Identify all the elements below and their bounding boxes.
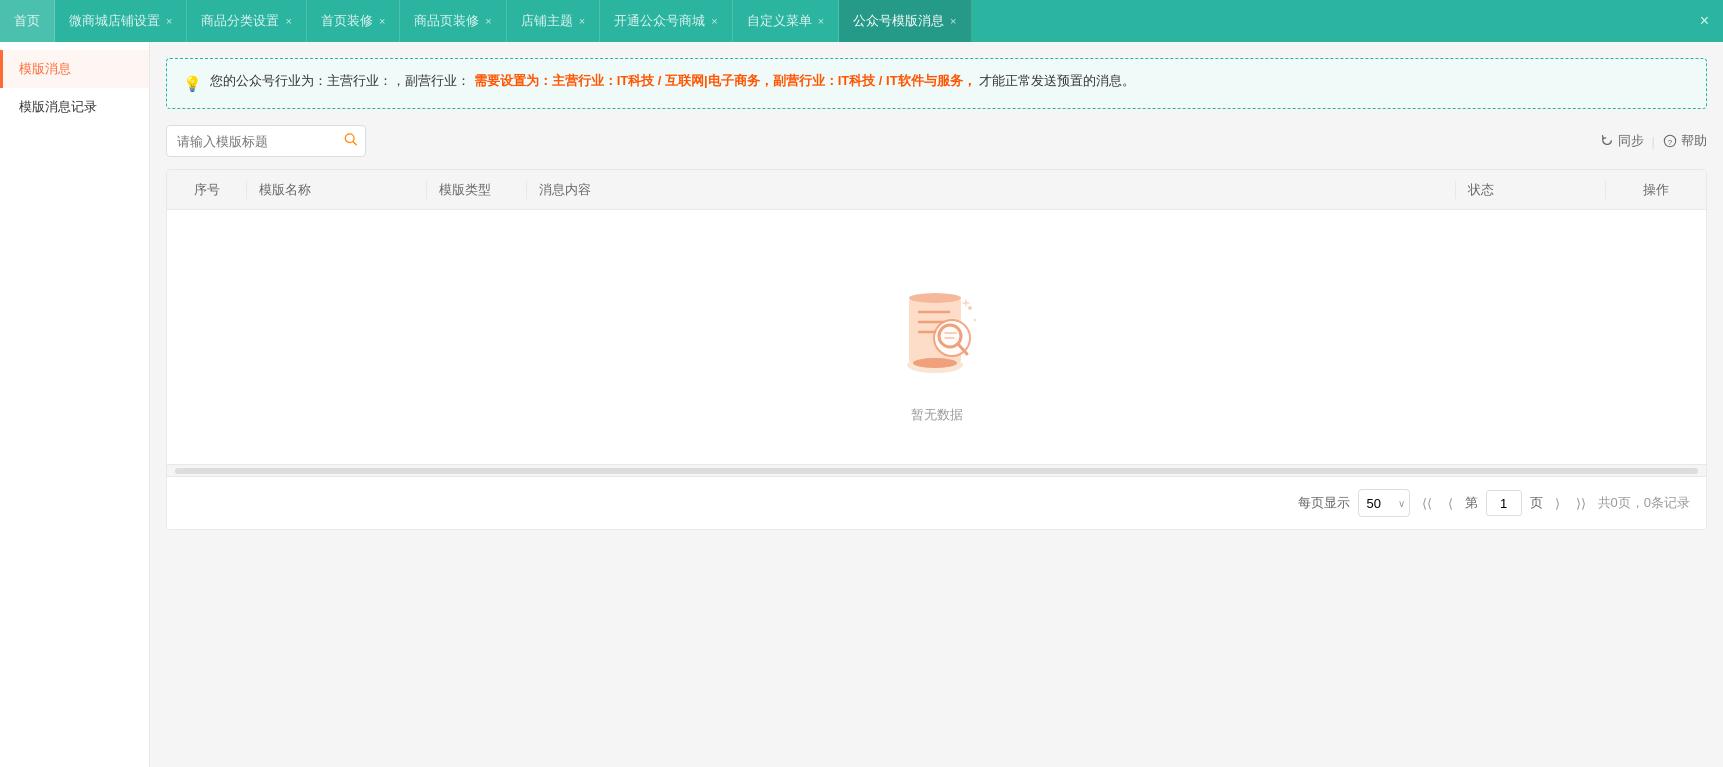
scroll-bar[interactable]: [167, 464, 1706, 476]
main-layout: 模版消息 模版消息记录 💡 您的公众号行业为：主营行业：，副营行业： 需要设置为…: [0, 42, 1723, 767]
nav-tab-custom-menu[interactable]: 自定义菜单 ×: [733, 0, 839, 42]
col-header-seq: 序号: [167, 181, 247, 199]
svg-line-1: [353, 142, 356, 145]
svg-point-17: [968, 306, 972, 310]
help-label: 帮助: [1681, 132, 1707, 150]
nav-tab-open-mall-label: 开通公众号商城: [614, 12, 705, 30]
page-number-input[interactable]: [1486, 490, 1522, 516]
sidebar: 模版消息 模版消息记录: [0, 42, 150, 767]
sidebar-item-template-record[interactable]: 模版消息记录: [0, 88, 149, 126]
nav-tab-store-theme-close[interactable]: ×: [579, 15, 585, 27]
nav-tab-store-settings-label: 微商城店铺设置: [69, 12, 160, 30]
svg-point-18: [973, 319, 976, 322]
sync-label: 同步: [1618, 132, 1644, 150]
sync-icon: [1600, 134, 1614, 148]
search-left: [166, 125, 366, 157]
col-header-type: 模版类型: [427, 181, 527, 199]
page-size-select[interactable]: 10 20 50 100: [1358, 489, 1410, 517]
nav-tab-home-label: 首页: [14, 12, 40, 30]
nav-tab-store-settings-close[interactable]: ×: [166, 15, 172, 27]
page-total: 共0页，0条记录: [1598, 494, 1690, 512]
search-divider: |: [1652, 134, 1655, 149]
nav-tab-homepage-close[interactable]: ×: [379, 15, 385, 27]
page-suffix: 页: [1530, 494, 1543, 512]
svg-point-8: [913, 358, 957, 368]
notice-text-after: 才能正常发送预置的消息。: [979, 73, 1135, 88]
nav-tab-template-msg-close[interactable]: ×: [950, 15, 956, 27]
nav-tab-store-theme[interactable]: 店铺主题 ×: [507, 0, 600, 42]
page-size-label: 每页显示: [1298, 494, 1350, 512]
nav-tab-home[interactable]: 首页: [0, 0, 55, 42]
nav-tab-product-label: 商品页装修: [414, 12, 479, 30]
nav-tab-product-close[interactable]: ×: [485, 15, 491, 27]
nav-tab-custom-menu-close[interactable]: ×: [818, 15, 824, 27]
table-header: 序号 模版名称 模版类型 消息内容 状态 操作: [167, 170, 1706, 210]
svg-point-7: [909, 293, 961, 303]
page-first-button[interactable]: ⟨⟨: [1418, 494, 1436, 513]
empty-state: 暂无数据: [167, 210, 1706, 464]
notice-box: 💡 您的公众号行业为：主营行业：，副营行业： 需要设置为：主营行业：IT科技 /…: [166, 58, 1707, 109]
nav-tab-open-mall-close[interactable]: ×: [711, 15, 717, 27]
search-icon: [344, 133, 358, 147]
page-next-button[interactable]: ⟩: [1551, 494, 1564, 513]
col-header-name: 模版名称: [247, 181, 427, 199]
col-header-content: 消息内容: [527, 181, 1456, 199]
nav-tab-template-msg-label: 公众号模版消息: [853, 12, 944, 30]
search-input[interactable]: [166, 125, 366, 157]
nav-tab-category-settings-label: 商品分类设置: [201, 12, 279, 30]
page-label: 第: [1465, 494, 1478, 512]
sidebar-item-template-record-label: 模版消息记录: [19, 99, 97, 114]
search-input-wrap: [166, 125, 366, 157]
sync-button[interactable]: 同步: [1600, 132, 1644, 150]
notice-text-before: 您的公众号行业为：主营行业：，副营行业：: [210, 73, 470, 88]
nav-tab-custom-menu-label: 自定义菜单: [747, 12, 812, 30]
empty-text: 暂无数据: [911, 406, 963, 424]
help-button[interactable]: ? 帮助: [1663, 132, 1707, 150]
nav-tab-homepage-label: 首页装修: [321, 12, 373, 30]
pagination: 每页显示 10 20 50 100 ⟨⟨ ⟨ 第 页 ⟩ ⟩⟩ 共0页，0条记录: [167, 476, 1706, 529]
sidebar-item-template-msg-label: 模版消息: [19, 61, 71, 76]
page-last-button[interactable]: ⟩⟩: [1572, 494, 1590, 513]
col-header-action: 操作: [1606, 181, 1706, 199]
nav-tab-homepage-decoration[interactable]: 首页装修 ×: [307, 0, 400, 42]
top-nav: 首页 微商城店铺设置 × 商品分类设置 × 首页装修 × 商品页装修 × 店铺主…: [0, 0, 1723, 42]
search-bar: 同步 | ? 帮助: [166, 125, 1707, 157]
content-area: 💡 您的公众号行业为：主营行业：，副营行业： 需要设置为：主营行业：IT科技 /…: [150, 42, 1723, 767]
nav-close-all-button[interactable]: ×: [1686, 12, 1723, 30]
scroll-track[interactable]: [175, 468, 1698, 474]
nav-tab-category-settings[interactable]: 商品分类设置 ×: [187, 0, 306, 42]
search-button[interactable]: [344, 133, 358, 150]
data-table: 序号 模版名称 模版类型 消息内容 状态 操作: [166, 169, 1707, 530]
col-header-status: 状态: [1456, 181, 1606, 199]
notice-bulb-icon: 💡: [183, 72, 202, 96]
nav-tab-store-settings[interactable]: 微商城店铺设置 ×: [55, 0, 187, 42]
nav-tab-template-msg[interactable]: 公众号模版消息 ×: [839, 0, 971, 42]
page-prev-button[interactable]: ⟨: [1444, 494, 1457, 513]
nav-tab-category-close[interactable]: ×: [285, 15, 291, 27]
nav-tab-store-theme-label: 店铺主题: [521, 12, 573, 30]
empty-illustration: [877, 270, 997, 390]
nav-tab-open-mall[interactable]: 开通公众号商城 ×: [600, 0, 732, 42]
sidebar-item-template-msg[interactable]: 模版消息: [0, 50, 149, 88]
notice-highlight-text: 需要设置为：主营行业：IT科技 / 互联网|电子商务，副营行业：IT科技 / I…: [474, 73, 976, 88]
nav-tab-product-decoration[interactable]: 商品页装修 ×: [400, 0, 506, 42]
page-size-select-wrap[interactable]: 10 20 50 100: [1358, 489, 1410, 517]
notice-text: 您的公众号行业为：主营行业：，副营行业： 需要设置为：主营行业：IT科技 / 互…: [210, 71, 1135, 92]
help-icon: ?: [1663, 134, 1677, 148]
search-right: 同步 | ? 帮助: [1600, 132, 1707, 150]
svg-text:?: ?: [1668, 138, 1673, 147]
